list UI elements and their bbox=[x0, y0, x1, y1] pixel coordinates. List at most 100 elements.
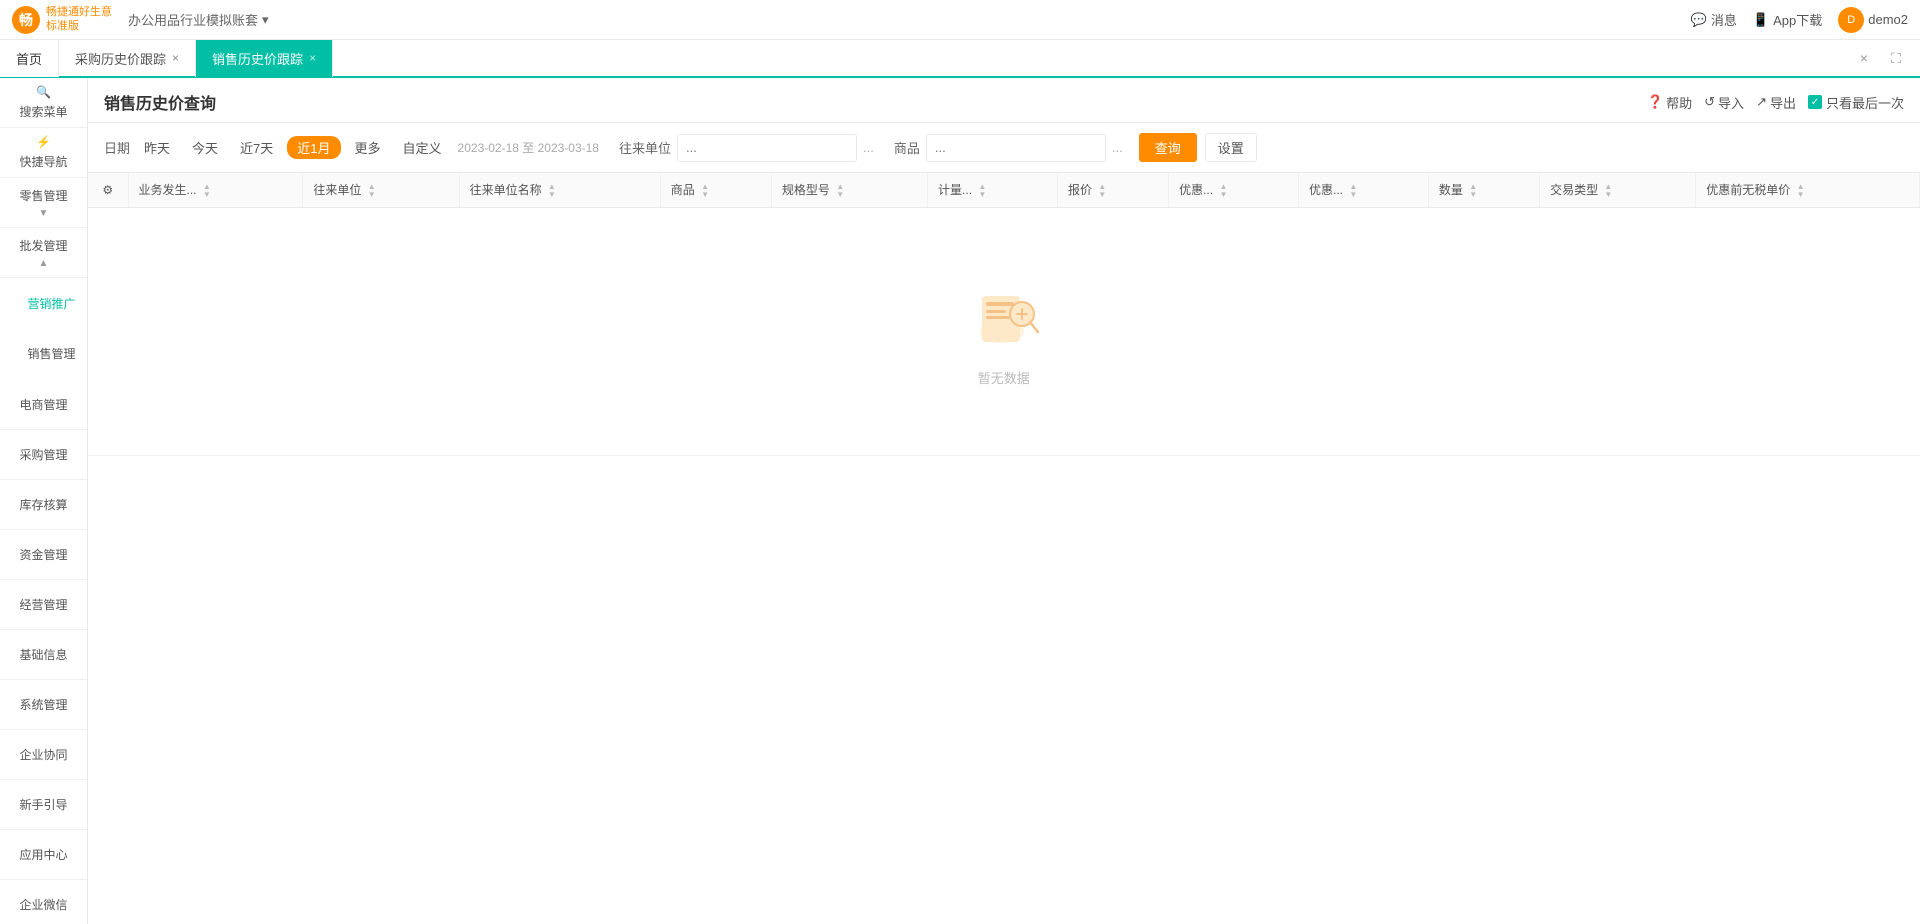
date-custom-btn[interactable]: 自定义 bbox=[395, 136, 450, 159]
account-dropdown[interactable]: 办公用品行业模拟账套 ▾ bbox=[128, 10, 269, 29]
query-button[interactable]: 查询 bbox=[1139, 133, 1197, 162]
tab-bar: 首页 采购历史价跟踪 × 销售历史价跟踪 × × ⛶ bbox=[0, 40, 1920, 78]
tab-sales-history-close[interactable]: × bbox=[309, 51, 316, 65]
sidebar-item-marketing[interactable]: 营销推广 bbox=[16, 278, 87, 328]
th-partner-name[interactable]: 往来单位名称 ▲▼ bbox=[459, 173, 660, 207]
settings-button[interactable]: 设置 bbox=[1205, 133, 1257, 162]
empty-state: 暂无数据 bbox=[98, 216, 1910, 447]
page-header: 销售历史价查询 ❓ 帮助 ↺ 导入 ↗ 导出 只看最后一次 bbox=[88, 78, 1920, 123]
table-container: ⚙ 业务发生... ▲▼ 往来单位 ▲▼ 往来单位名称 ▲▼ bbox=[88, 173, 1920, 924]
sort-partner-name-icon[interactable]: ▲▼ bbox=[548, 183, 556, 199]
sidebar-item-retail[interactable]: 零售管理 ▼ bbox=[0, 178, 87, 228]
product-input[interactable] bbox=[926, 134, 1106, 162]
user-menu[interactable]: D demo2 bbox=[1838, 7, 1908, 33]
tab-purchase-history-close[interactable]: × bbox=[172, 51, 179, 65]
tab-home[interactable]: 首页 bbox=[0, 39, 59, 77]
sidebar-item-system[interactable]: 系统管理 bbox=[0, 680, 87, 730]
sort-trade-type-icon[interactable]: ▲▼ bbox=[1604, 183, 1612, 199]
th-settings[interactable]: ⚙ bbox=[88, 173, 128, 207]
th-biz-date[interactable]: 业务发生... ▲▼ bbox=[128, 173, 303, 207]
sidebar-item-app-center[interactable]: 应用中心 bbox=[0, 830, 87, 880]
sidebar-item-ecommerce[interactable]: 电商管理 bbox=[0, 380, 87, 430]
page-actions: ❓ 帮助 ↺ 导入 ↗ 导出 只看最后一次 bbox=[1647, 93, 1904, 112]
th-discount1[interactable]: 优惠... ▲▼ bbox=[1169, 173, 1299, 207]
th-product[interactable]: 商品 ▲▼ bbox=[660, 173, 771, 207]
sort-spec-icon[interactable]: ▲▼ bbox=[836, 183, 844, 199]
main-layout: 🔍 搜索菜单 ⚡ 快捷导航 零售管理 ▼ 批发管理 ▲ 营销推广 销售管理 电商… bbox=[0, 78, 1920, 924]
date-filter-group: 日期 昨天 今天 近7天 近1月 更多 自定义 bbox=[104, 136, 450, 159]
sidebar-item-finance[interactable]: 资金管理 bbox=[0, 530, 87, 580]
quick-nav-icon: ⚡ bbox=[36, 135, 51, 149]
content-area: 销售历史价查询 ❓ 帮助 ↺ 导入 ↗ 导出 只看最后一次 bbox=[88, 78, 1920, 924]
tab-sales-history[interactable]: 销售历史价跟踪 × bbox=[196, 39, 333, 77]
help-button[interactable]: ❓ 帮助 bbox=[1647, 93, 1692, 112]
date-today-btn[interactable]: 今天 bbox=[184, 136, 226, 159]
sidebar-item-wechat[interactable]: 企业微信 bbox=[0, 880, 87, 924]
date-yesterday-btn[interactable]: 昨天 bbox=[136, 136, 178, 159]
message-icon: 💬 bbox=[1691, 12, 1707, 28]
import-button[interactable]: ↺ 导入 bbox=[1704, 93, 1744, 112]
sidebar-item-purchase[interactable]: 采购管理 bbox=[0, 430, 87, 480]
sidebar-item-enterprise[interactable]: 企业协同 bbox=[0, 730, 87, 780]
message-button[interactable]: 💬 消息 bbox=[1691, 10, 1737, 29]
app-download-button[interactable]: 📱 App下载 bbox=[1753, 10, 1822, 29]
top-bar-left: 畅 畅捷通好生意 标准版 办公用品行业模拟账套 ▾ bbox=[12, 6, 269, 34]
download-icon: 📱 bbox=[1753, 12, 1769, 28]
th-partner-code[interactable]: 往来单位 ▲▼ bbox=[303, 173, 459, 207]
date-1month-btn[interactable]: 近1月 bbox=[287, 136, 340, 159]
sort-discount1-icon[interactable]: ▲▼ bbox=[1219, 183, 1227, 199]
th-discount2[interactable]: 优惠... ▲▼ bbox=[1299, 173, 1429, 207]
last-record-checkbox-area[interactable]: 只看最后一次 bbox=[1808, 93, 1904, 112]
sidebar-item-inventory[interactable]: 库存核算 bbox=[0, 480, 87, 530]
date-7days-btn[interactable]: 近7天 bbox=[232, 136, 281, 159]
tab-bar-actions: × ⛶ bbox=[1852, 46, 1920, 70]
sidebar-item-search[interactable]: 🔍 搜索菜单 bbox=[0, 78, 87, 128]
export-icon: ↗ bbox=[1756, 94, 1767, 110]
retail-arrow-icon: ▼ bbox=[39, 208, 49, 219]
sidebar-item-guide[interactable]: 新手引导 bbox=[0, 780, 87, 830]
export-button[interactable]: ↗ 导出 bbox=[1756, 93, 1796, 112]
tab-purchase-history[interactable]: 采购历史价跟踪 × bbox=[59, 39, 196, 77]
th-spec[interactable]: 规格型号 ▲▼ bbox=[771, 173, 927, 207]
partner-filter-group: 往来单位 ... bbox=[607, 134, 874, 162]
import-icon: ↺ bbox=[1704, 94, 1715, 110]
sort-partner-icon[interactable]: ▲▼ bbox=[368, 183, 376, 199]
sort-product-icon[interactable]: ▲▼ bbox=[701, 183, 709, 199]
gear-icon[interactable]: ⚙ bbox=[102, 183, 113, 197]
logo-text: 畅捷通好生意 标准版 bbox=[46, 6, 112, 32]
th-price[interactable]: 报价 ▲▼ bbox=[1057, 173, 1168, 207]
sort-price-icon[interactable]: ▲▼ bbox=[1098, 183, 1106, 199]
date-more-btn[interactable]: 更多 bbox=[347, 136, 389, 159]
avatar: D bbox=[1838, 7, 1864, 33]
date-filter-label: 日期 bbox=[104, 138, 130, 157]
search-icon: 🔍 bbox=[36, 85, 51, 99]
logo-icon: 畅 bbox=[12, 6, 40, 34]
th-unit[interactable]: 计量... ▲▼ bbox=[928, 173, 1058, 207]
fullscreen-button[interactable]: ⛶ bbox=[1884, 46, 1908, 70]
sidebar-item-quick-nav[interactable]: ⚡ 快捷导航 bbox=[0, 128, 87, 178]
page-title: 销售历史价查询 bbox=[104, 90, 216, 114]
sort-discount2-icon[interactable]: ▲▼ bbox=[1349, 183, 1357, 199]
close-tab-action[interactable]: × bbox=[1852, 46, 1876, 70]
logo-area: 畅 畅捷通好生意 标准版 bbox=[12, 6, 112, 34]
sidebar: 🔍 搜索菜单 ⚡ 快捷导航 零售管理 ▼ 批发管理 ▲ 营销推广 销售管理 电商… bbox=[0, 78, 88, 924]
product-filter-group: 商品 ... bbox=[882, 134, 1123, 162]
sidebar-item-sales-mgmt[interactable]: 销售管理 bbox=[16, 328, 87, 378]
sort-quantity-icon[interactable]: ▲▼ bbox=[1469, 183, 1477, 199]
th-quantity[interactable]: 数量 ▲▼ bbox=[1428, 173, 1539, 207]
sort-unit-icon[interactable]: ▲▼ bbox=[978, 183, 986, 199]
last-record-checkbox[interactable] bbox=[1808, 95, 1822, 109]
product-dots: ... bbox=[1112, 140, 1123, 155]
partner-input[interactable] bbox=[677, 134, 857, 162]
th-trade-type[interactable]: 交易类型 ▲▼ bbox=[1540, 173, 1696, 207]
th-pre-tax-price[interactable]: 优惠前无税单价 ▲▼ bbox=[1696, 173, 1920, 207]
top-bar-right: 💬 消息 📱 App下载 D demo2 bbox=[1691, 7, 1908, 33]
sort-biz-date-icon[interactable]: ▲▼ bbox=[203, 183, 211, 199]
sidebar-item-wholesale[interactable]: 批发管理 ▲ bbox=[0, 228, 87, 278]
partner-dots: ... bbox=[863, 140, 874, 155]
sort-pre-tax-icon[interactable]: ▲▼ bbox=[1797, 183, 1805, 199]
sidebar-item-basic-info[interactable]: 基础信息 bbox=[0, 630, 87, 680]
sidebar-item-operations[interactable]: 经营管理 bbox=[0, 580, 87, 630]
help-icon: ❓ bbox=[1647, 94, 1663, 110]
table-header-row: ⚙ 业务发生... ▲▼ 往来单位 ▲▼ 往来单位名称 ▲▼ bbox=[88, 173, 1920, 207]
